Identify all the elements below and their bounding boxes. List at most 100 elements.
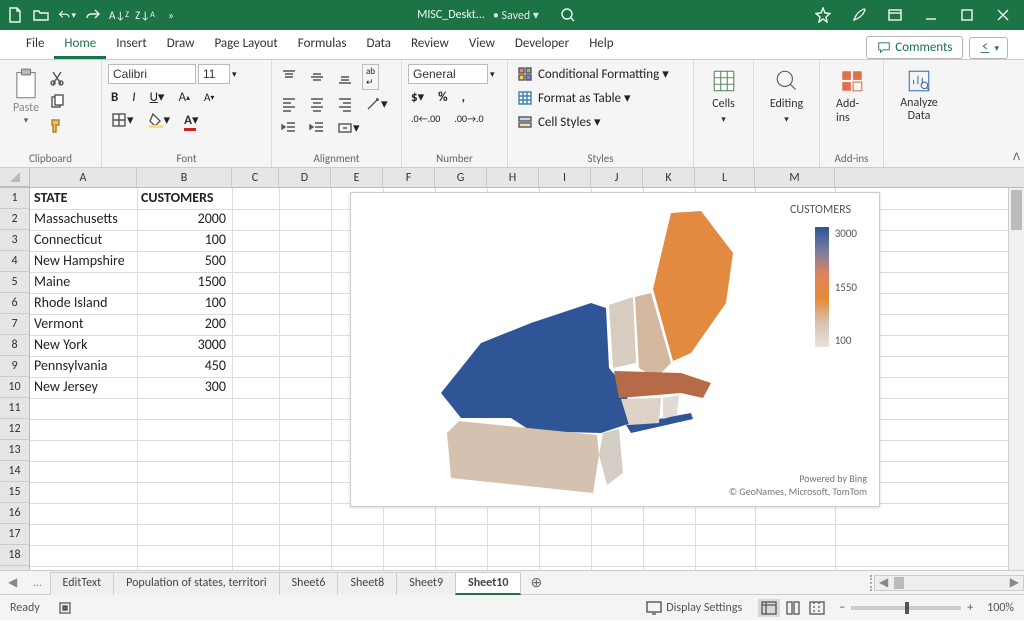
tab-help[interactable]: Help: [579, 30, 623, 59]
tab-file[interactable]: File: [16, 30, 54, 59]
row-header[interactable]: 17: [0, 524, 29, 545]
addins-button[interactable]: Add-ins: [826, 64, 877, 129]
cell[interactable]: 450: [137, 356, 230, 376]
undo-icon[interactable]: ▾: [58, 6, 76, 24]
row-header[interactable]: 18: [0, 545, 29, 566]
cell[interactable]: 1500: [137, 272, 230, 292]
cell[interactable]: 2000: [137, 209, 230, 229]
tab-review[interactable]: Review: [401, 30, 459, 59]
column-header[interactable]: F: [383, 168, 435, 187]
cell[interactable]: Connecticut: [30, 230, 135, 250]
orientation-icon[interactable]: ▾: [362, 94, 391, 114]
cell[interactable]: 3000: [137, 335, 230, 355]
share-button[interactable]: ▾: [969, 37, 1008, 59]
ribbon-mode-icon[interactable]: [886, 6, 904, 24]
cell[interactable]: Pennsylvania: [30, 356, 135, 376]
format-painter-icon[interactable]: [46, 116, 68, 136]
sheet-tab[interactable]: Sheet6: [279, 572, 339, 595]
grow-font-icon[interactable]: A▴: [175, 88, 193, 107]
bold-icon[interactable]: B: [108, 88, 121, 107]
sheet-tab[interactable]: EditText: [50, 572, 115, 595]
align-top-icon[interactable]: [278, 67, 300, 87]
decrease-indent-icon[interactable]: [278, 118, 300, 138]
cell[interactable]: 100: [137, 293, 230, 313]
tab-home[interactable]: Home: [54, 30, 106, 59]
cell[interactable]: Rhode Island: [30, 293, 135, 313]
column-header[interactable]: J: [591, 168, 643, 187]
comments-button[interactable]: Comments: [866, 36, 963, 59]
tab-formulas[interactable]: Formulas: [288, 30, 357, 59]
add-sheet-button[interactable]: ⊕: [520, 574, 552, 591]
cells-button[interactable]: Cells▾: [700, 64, 747, 129]
comma-icon[interactable]: ,: [459, 88, 468, 107]
sort-desc-icon[interactable]: Z↓A: [136, 6, 154, 24]
cell[interactable]: New York: [30, 335, 135, 355]
sheet-tab[interactable]: Sheet10: [455, 572, 521, 595]
zoom-slider[interactable]: [851, 606, 961, 610]
map-chart[interactable]: CUSTOMERS 3000 1550 100 Powered by Bing …: [350, 192, 880, 507]
row-header[interactable]: 6: [0, 293, 29, 314]
tab-view[interactable]: View: [459, 30, 505, 59]
normal-view-icon[interactable]: [758, 599, 780, 617]
cell[interactable]: Vermont: [30, 314, 135, 334]
cell[interactable]: STATE: [30, 188, 135, 208]
row-header[interactable]: 1: [0, 188, 29, 209]
column-header[interactable]: I: [539, 168, 591, 187]
open-file-icon[interactable]: [32, 6, 50, 24]
sort-asc-icon[interactable]: A↓Z: [110, 6, 128, 24]
row-header[interactable]: 15: [0, 482, 29, 503]
wrap-text-icon[interactable]: ab↵: [362, 64, 379, 90]
zoom-label[interactable]: 100%: [987, 601, 1014, 615]
font-size-input[interactable]: [198, 64, 230, 84]
column-header[interactable]: L: [695, 168, 755, 187]
page-break-view-icon[interactable]: [806, 599, 828, 617]
cell[interactable]: Massachusetts: [30, 209, 135, 229]
italic-icon[interactable]: I: [129, 88, 138, 107]
tab-data[interactable]: Data: [357, 30, 402, 59]
copy-icon[interactable]: [46, 92, 68, 112]
format-as-table-button[interactable]: Format as Table ▾: [514, 88, 634, 108]
search-icon[interactable]: [559, 6, 577, 24]
premium-icon[interactable]: [814, 6, 832, 24]
align-bottom-icon[interactable]: [334, 67, 356, 87]
minimize-icon[interactable]: [922, 6, 940, 24]
column-header[interactable]: E: [331, 168, 383, 187]
display-settings-button[interactable]: Display Settings: [643, 598, 745, 618]
row-header[interactable]: 9: [0, 356, 29, 377]
align-right-icon[interactable]: [334, 94, 356, 114]
cell[interactable]: 500: [137, 251, 230, 271]
cell[interactable]: CUSTOMERS: [137, 188, 230, 208]
macro-recorder-icon[interactable]: [54, 598, 76, 618]
tab-page-layout[interactable]: Page Layout: [204, 30, 287, 59]
column-header[interactable]: G: [435, 168, 487, 187]
editing-button[interactable]: Editing▾: [760, 64, 813, 129]
font-name-input[interactable]: [108, 64, 196, 84]
maximize-icon[interactable]: [958, 6, 976, 24]
vertical-scrollbar[interactable]: [1008, 188, 1024, 570]
cell[interactable]: 200: [137, 314, 230, 334]
column-header[interactable]: K: [643, 168, 695, 187]
row-header[interactable]: 7: [0, 314, 29, 335]
sheet-nav-ellipsis[interactable]: …: [25, 576, 49, 590]
qat-more-icon[interactable]: »: [162, 6, 180, 24]
sheet-nav-prev[interactable]: ◀: [0, 575, 25, 590]
shrink-font-icon[interactable]: A▾: [201, 89, 217, 106]
paste-button[interactable]: Paste ▾: [6, 64, 46, 136]
zoom-in-button[interactable]: +: [967, 601, 973, 615]
column-header[interactable]: C: [232, 168, 279, 187]
row-header[interactable]: 16: [0, 503, 29, 524]
align-center-icon[interactable]: [306, 94, 328, 114]
brush-icon[interactable]: [850, 6, 868, 24]
cell[interactable]: New Jersey: [30, 377, 135, 397]
tab-draw[interactable]: Draw: [157, 30, 205, 59]
cell[interactable]: 100: [137, 230, 230, 250]
cut-icon[interactable]: [46, 68, 68, 88]
font-color-icon[interactable]: A▾: [181, 111, 201, 130]
row-header[interactable]: 5: [0, 272, 29, 293]
fill-color-icon[interactable]: ▾: [145, 110, 174, 130]
spreadsheet-grid[interactable]: 123456789101112131415161718: [0, 188, 1024, 570]
currency-icon[interactable]: $▾: [408, 88, 427, 107]
column-header[interactable]: A: [30, 168, 137, 187]
new-file-icon[interactable]: [6, 6, 24, 24]
column-header[interactable]: B: [137, 168, 232, 187]
